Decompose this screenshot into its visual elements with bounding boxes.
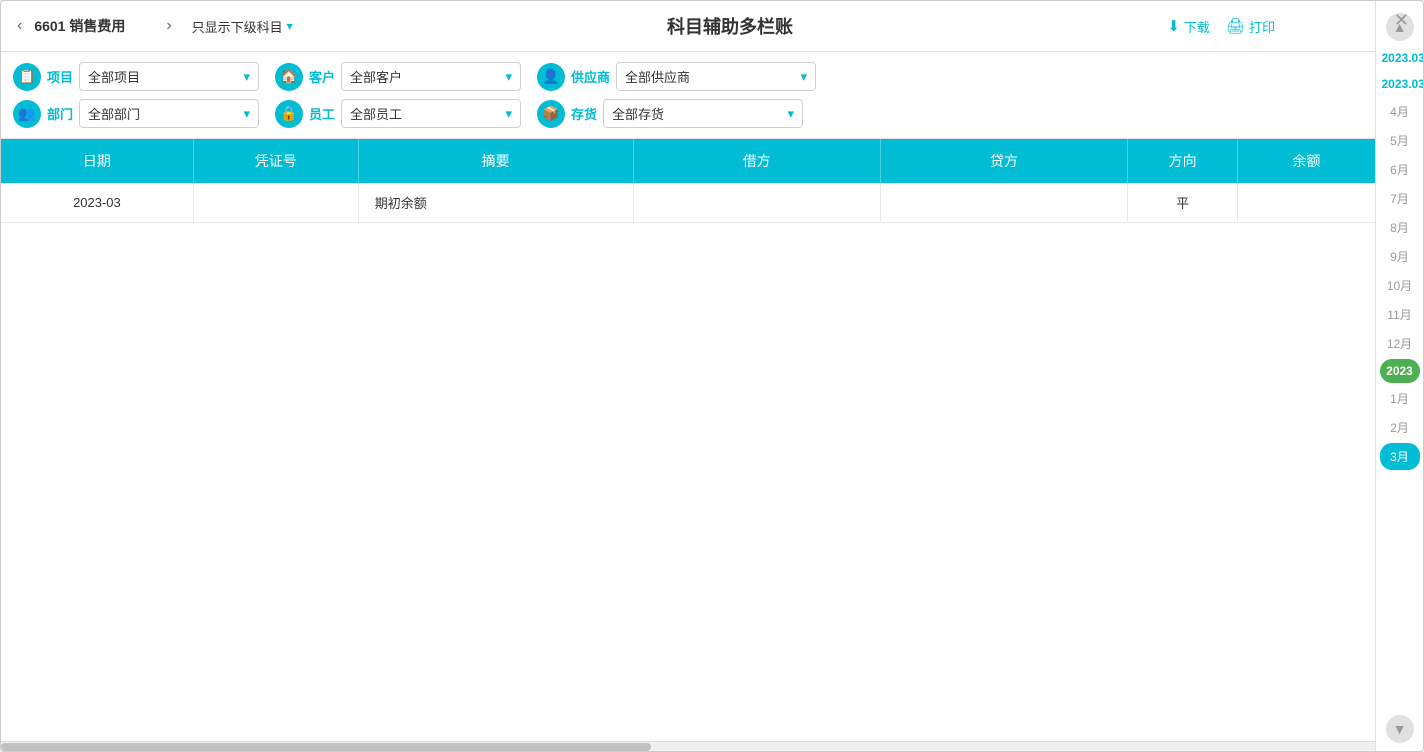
filter-inventory: 📦 存货 全部存货 ▾: [537, 99, 803, 128]
col-direction: 方向: [1128, 139, 1238, 183]
period-sep[interactable]: 9月: [1380, 243, 1420, 270]
period-2023-03-top[interactable]: 2023.03: [1380, 46, 1420, 70]
page-title: 科目辅助多栏账: [301, 13, 1160, 39]
supplier-select[interactable]: 全部供应商 ▾: [616, 62, 816, 91]
supplier-icon: 👤: [537, 63, 565, 91]
cell-voucher: [193, 183, 358, 223]
nav-next-button[interactable]: ›: [162, 15, 175, 37]
supplier-arrow: ▾: [801, 69, 808, 85]
download-icon: ⬇: [1167, 17, 1180, 35]
print-icon: 🖨: [1226, 17, 1245, 35]
period-aug[interactable]: 8月: [1380, 214, 1420, 241]
print-button[interactable]: 🖨 打印: [1226, 17, 1275, 36]
account-code: 6601 销售费用: [34, 16, 154, 36]
download-label: 下载: [1184, 17, 1210, 36]
customer-value: 全部客户: [350, 67, 402, 86]
nav-prev-button[interactable]: ‹: [13, 15, 26, 37]
period-year-2023[interactable]: 2023: [1380, 359, 1420, 383]
filter-row-2: 👥 部门 全部部门 ▾ 🔒 员工 全部员工 ▾ 📦: [13, 95, 1363, 132]
col-summary: 摘要: [358, 139, 633, 183]
col-credit: 贷方: [880, 139, 1127, 183]
inventory-icon: 📦: [537, 100, 565, 128]
filter-project: 📋 项目 全部项目 ▾: [13, 62, 259, 91]
inventory-value: 全部存货: [612, 104, 664, 123]
top-bar: ‹ 6601 销售费用 › 只显示下级科目 ▾ 科目辅助多栏账 ⬇ 下载 🖨 打…: [1, 1, 1375, 52]
inventory-arrow: ▾: [788, 106, 795, 122]
period-dec[interactable]: 12月: [1380, 330, 1420, 357]
col-debit: 借方: [633, 139, 880, 183]
cell-debit: [633, 183, 880, 223]
filter-employee: 🔒 员工 全部员工 ▾: [275, 99, 521, 128]
content-area: ‹ 6601 销售费用 › 只显示下级科目 ▾ 科目辅助多栏账 ⬇ 下载 🖨 打…: [1, 1, 1375, 751]
period-jul[interactable]: 7月: [1380, 185, 1420, 212]
cell-direction: 平: [1128, 183, 1238, 223]
toolbar-actions: ⬇ 下载 🖨 打印: [1167, 17, 1275, 36]
period-feb[interactable]: 2月: [1380, 414, 1420, 441]
supplier-value: 全部供应商: [625, 67, 690, 86]
department-arrow: ▾: [243, 106, 250, 122]
horizontal-scrollbar[interactable]: [1, 741, 1375, 751]
cell-credit: [880, 183, 1127, 223]
col-date: 日期: [1, 139, 193, 183]
customer-icon: 🏠: [275, 63, 303, 91]
filter-row-1: 📋 项目 全部项目 ▾ 🏠 客户 全部客户 ▾ 👤: [13, 58, 1363, 95]
col-voucher: 凭证号: [193, 139, 358, 183]
print-label: 打印: [1249, 17, 1275, 36]
customer-select[interactable]: 全部客户 ▾: [341, 62, 521, 91]
table-row: 2023-03 期初余额 平: [1, 183, 1375, 223]
cell-balance: [1238, 183, 1375, 223]
department-icon: 👥: [13, 100, 41, 128]
cell-date: 2023-03: [1, 183, 193, 223]
supplier-label: 供应商: [571, 67, 610, 86]
employee-value: 全部员工: [350, 104, 402, 123]
period-jun[interactable]: 6月: [1380, 156, 1420, 183]
employee-arrow: ▾: [506, 106, 513, 122]
project-value: 全部项目: [88, 67, 140, 86]
period-down-button[interactable]: ▼: [1386, 715, 1414, 743]
table-container: 日期 凭证号 摘要 借方 贷方 方向 余额 2023-03 期初余额: [1, 139, 1375, 741]
cell-summary: 期初余额: [358, 183, 633, 223]
project-select[interactable]: 全部项目 ▾: [79, 62, 259, 91]
period-oct[interactable]: 10月: [1380, 272, 1420, 299]
period-jan[interactable]: 1月: [1380, 385, 1420, 412]
department-label: 部门: [47, 104, 73, 123]
filter-customer: 🏠 客户 全部客户 ▾: [275, 62, 521, 91]
project-label: 项目: [47, 67, 73, 86]
right-panel: ▲ 2023.03 2023.03 4月 5月 6月 7月 8月 9月 10月 …: [1375, 1, 1423, 751]
show-sub-accounts-filter[interactable]: 只显示下级科目 ▾: [192, 17, 293, 36]
department-select[interactable]: 全部部门 ▾: [79, 99, 259, 128]
scrollbar-thumb: [1, 743, 651, 751]
filter-section: 📋 项目 全部项目 ▾ 🏠 客户 全部客户 ▾ 👤: [1, 52, 1375, 139]
period-2023-03-sub[interactable]: 2023.03: [1380, 72, 1420, 96]
main-window: ✕ ‹ 6601 销售费用 › 只显示下级科目 ▾ 科目辅助多栏账 ⬇ 下载 🖨…: [0, 0, 1424, 752]
ledger-table: 日期 凭证号 摘要 借方 贷方 方向 余额 2023-03 期初余额: [1, 139, 1375, 223]
department-value: 全部部门: [88, 104, 140, 123]
period-mar[interactable]: 3月: [1380, 443, 1420, 470]
period-apr[interactable]: 4月: [1380, 98, 1420, 125]
period-nov[interactable]: 11月: [1380, 301, 1420, 328]
inventory-label: 存货: [571, 104, 597, 123]
project-icon: 📋: [13, 63, 41, 91]
filter-supplier: 👤 供应商 全部供应商 ▾: [537, 62, 816, 91]
inventory-select[interactable]: 全部存货 ▾: [603, 99, 803, 128]
download-button[interactable]: ⬇ 下载: [1167, 17, 1210, 36]
employee-select[interactable]: 全部员工 ▾: [341, 99, 521, 128]
show-sub-accounts-label: 只显示下级科目: [192, 17, 283, 36]
show-sub-accounts-arrow: ▾: [287, 19, 293, 33]
employee-label: 员工: [309, 104, 335, 123]
customer-label: 客户: [309, 67, 335, 86]
col-balance: 余额: [1238, 139, 1375, 183]
project-arrow: ▾: [243, 69, 250, 85]
filter-department: 👥 部门 全部部门 ▾: [13, 99, 259, 128]
table-header-row: 日期 凭证号 摘要 借方 贷方 方向 余额: [1, 139, 1375, 183]
customer-arrow: ▾: [506, 69, 513, 85]
period-may[interactable]: 5月: [1380, 127, 1420, 154]
close-button[interactable]: ✕: [1394, 11, 1409, 29]
employee-icon: 🔒: [275, 100, 303, 128]
